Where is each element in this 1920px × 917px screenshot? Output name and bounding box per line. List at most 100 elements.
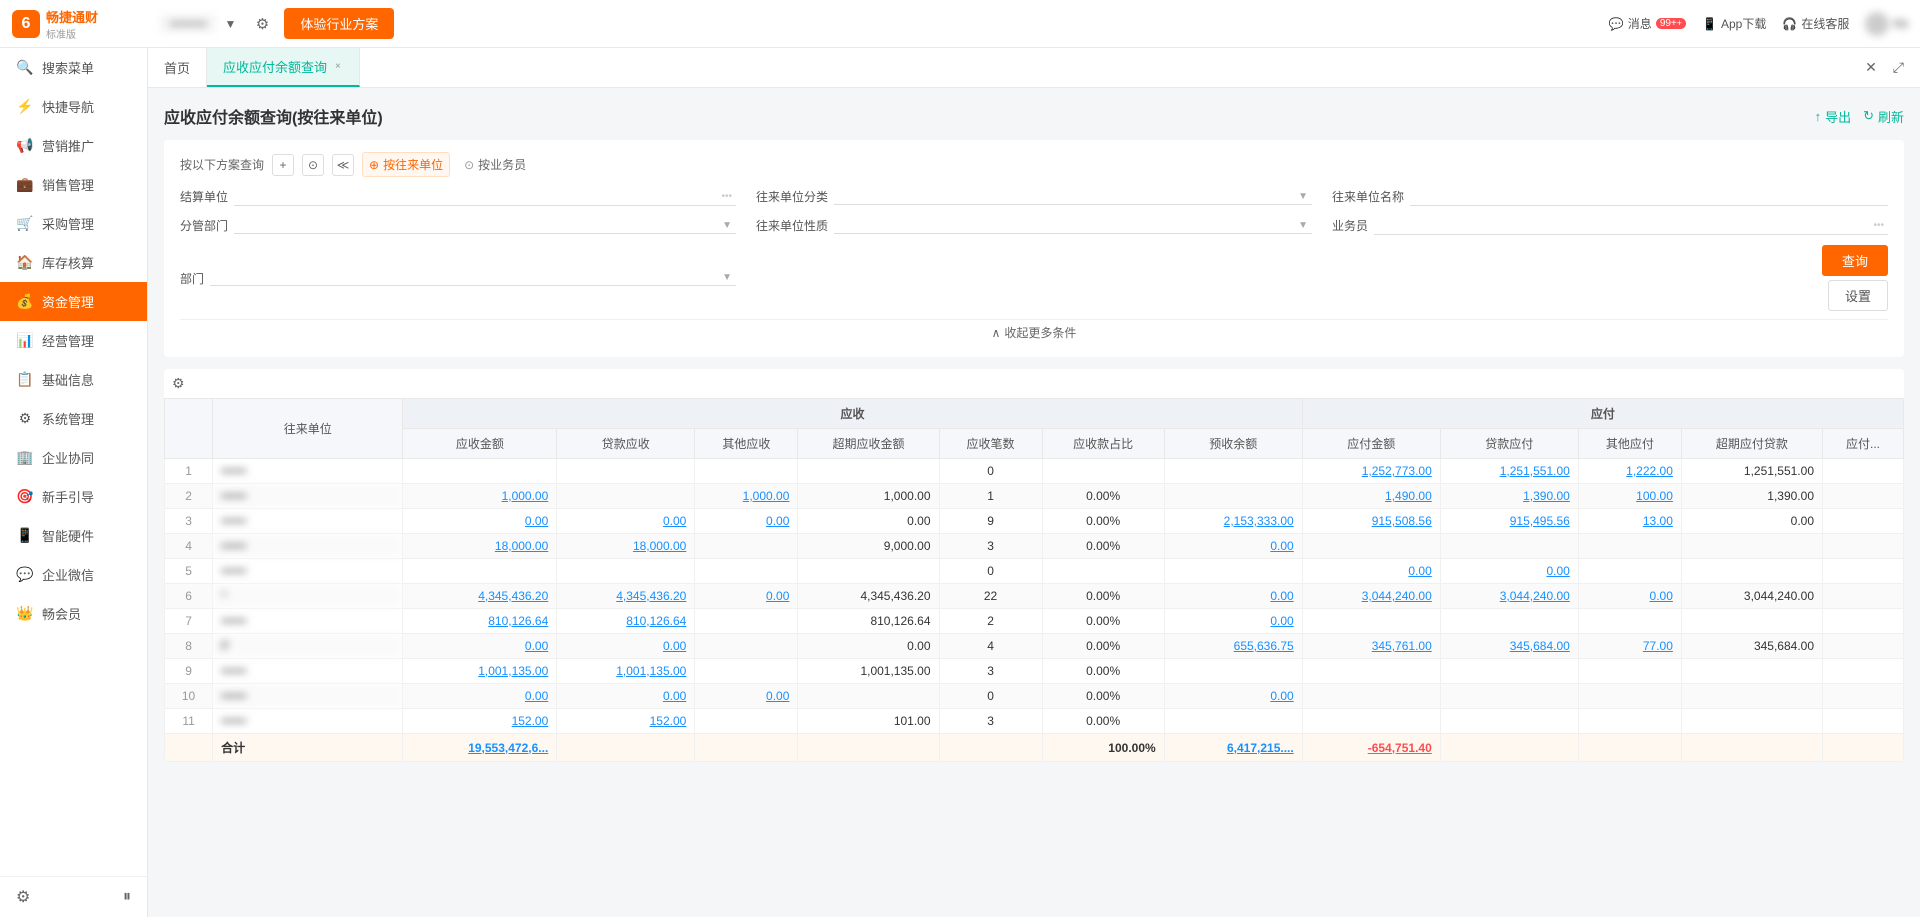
filter-select-lwdwxz[interactable]: ▼ [834, 218, 1312, 234]
cell-dkys-10[interactable]: 152.00 [557, 709, 695, 734]
cell-ysje-10[interactable]: 152.00 [403, 709, 557, 734]
online-service-btn[interactable]: 🎧 在线客服 [1782, 15, 1849, 32]
cell-ysye-10[interactable] [1164, 709, 1302, 734]
filter-add-btn[interactable]: + [272, 154, 294, 176]
header-gear-btn[interactable]: ⚙ [248, 10, 276, 38]
cell-qtyf-1[interactable]: 100.00 [1578, 484, 1681, 509]
cell-dkyf-0[interactable]: 1,251,551.00 [1440, 459, 1578, 484]
cell-ysye-8[interactable] [1164, 659, 1302, 684]
sidebar-item-6[interactable]: 💰资金管理 [0, 282, 147, 321]
cell-qtys-3[interactable] [695, 534, 798, 559]
sidebar-item-10[interactable]: 🏢企业协同 [0, 438, 147, 477]
cell-qtyf-5[interactable]: 0.00 [1578, 584, 1681, 609]
app-download-btn[interactable]: 📱 App下载 [1702, 15, 1766, 32]
cell-qtyf-3[interactable] [1578, 534, 1681, 559]
cell-dkyf-2[interactable]: 915,495.56 [1440, 509, 1578, 534]
footer-yfje[interactable]: -654,751.40 [1302, 734, 1440, 762]
cell-qtyf-7[interactable]: 77.00 [1578, 634, 1681, 659]
cell-ysje-0[interactable] [403, 459, 557, 484]
sidebar-collapse-btn[interactable]: ⏸ [123, 888, 131, 906]
filter-select-lwdwfl[interactable]: ▼ [834, 189, 1312, 205]
setting-btn[interactable]: 设置 [1828, 280, 1888, 311]
cell-ysye-1[interactable] [1164, 484, 1302, 509]
cell-yfje-0[interactable]: 1,252,773.00 [1302, 459, 1440, 484]
sidebar-item-12[interactable]: 📱智能硬件 [0, 516, 147, 555]
filter-arrow-btn[interactable]: ≪ [332, 154, 354, 176]
export-btn[interactable]: ↑ 导出 [1815, 107, 1852, 126]
sidebar-item-3[interactable]: 💼销售管理 [0, 165, 147, 204]
filter-input-jsdw-field[interactable] [238, 189, 717, 203]
cell-qtys-1[interactable]: 1,000.00 [695, 484, 798, 509]
cell-qtys-6[interactable] [695, 609, 798, 634]
cell-ysye-3[interactable]: 0.00 [1164, 534, 1302, 559]
cell-ysje-9[interactable]: 0.00 [403, 684, 557, 709]
cell-yfje-9[interactable] [1302, 684, 1440, 709]
cell-dkys-8[interactable]: 1,001,135.00 [557, 659, 695, 684]
cell-ysje-4[interactable] [403, 559, 557, 584]
sidebar-item-13[interactable]: 💬企业微信 [0, 555, 147, 594]
cell-ysje-3[interactable]: 18,000.00 [403, 534, 557, 559]
sidebar-item-0[interactable]: 🔍搜索菜单 [0, 48, 147, 87]
cell-qtyf-8[interactable] [1578, 659, 1681, 684]
cell-ysye-9[interactable]: 0.00 [1164, 684, 1302, 709]
cell-qtys-4[interactable] [695, 559, 798, 584]
cell-qtyf-2[interactable]: 13.00 [1578, 509, 1681, 534]
filter-target-btn[interactable]: ⊙ [302, 154, 324, 176]
cell-ysye-6[interactable]: 0.00 [1164, 609, 1302, 634]
cell-dkyf-10[interactable] [1440, 709, 1578, 734]
cell-qtyf-10[interactable] [1578, 709, 1681, 734]
cell-dkys-4[interactable] [557, 559, 695, 584]
cell-dkys-6[interactable]: 810,126.64 [557, 609, 695, 634]
cell-ysye-7[interactable]: 655,636.75 [1164, 634, 1302, 659]
workspace-dropdown-btn[interactable]: ▼ [220, 14, 240, 34]
collapse-more-btn[interactable]: ∧ 收起更多条件 [180, 319, 1888, 345]
filter-scheme-staff[interactable]: ⊙ 按业务员 [458, 153, 532, 176]
cell-qtys-7[interactable] [695, 634, 798, 659]
cell-dkys-2[interactable]: 0.00 [557, 509, 695, 534]
sidebar-item-2[interactable]: 📢营销推广 [0, 126, 147, 165]
filter-scheme-unit[interactable]: ⊕ 按往来单位 [362, 152, 450, 177]
footer-ysje[interactable]: 19,553,472,6... [403, 734, 557, 762]
sidebar-gear-btn[interactable]: ⚙ [16, 887, 30, 907]
cell-ysye-2[interactable]: 2,153,333.00 [1164, 509, 1302, 534]
cell-ysje-6[interactable]: 810,126.64 [403, 609, 557, 634]
cell-yfje-8[interactable] [1302, 659, 1440, 684]
cell-qtys-8[interactable] [695, 659, 798, 684]
cell-qtys-2[interactable]: 0.00 [695, 509, 798, 534]
filter-select-fgbm[interactable]: ▼ [234, 218, 736, 234]
cell-dkyf-3[interactable] [1440, 534, 1578, 559]
sidebar-item-8[interactable]: 📋基础信息 [0, 360, 147, 399]
cell-yfje-7[interactable]: 345,761.00 [1302, 634, 1440, 659]
sidebar-item-11[interactable]: 🎯新手引导 [0, 477, 147, 516]
filter-input-lwdwmc[interactable] [1410, 187, 1888, 206]
filter-input-jsdw[interactable]: ••• [234, 187, 736, 206]
cell-qtyf-9[interactable] [1578, 684, 1681, 709]
filter-input-ywy-field[interactable] [1378, 218, 1869, 232]
cell-qtys-10[interactable] [695, 709, 798, 734]
cell-yfje-2[interactable]: 915,508.56 [1302, 509, 1440, 534]
cell-dkyf-8[interactable] [1440, 659, 1578, 684]
sidebar-item-7[interactable]: 📊经营管理 [0, 321, 147, 360]
sidebar-item-5[interactable]: 🏠库存核算 [0, 243, 147, 282]
sidebar-item-4[interactable]: 🛒采购管理 [0, 204, 147, 243]
sidebar-item-9[interactable]: ⚙系统管理 [0, 399, 147, 438]
industry-solution-btn[interactable]: 体验行业方案 [284, 8, 394, 39]
filter-input-lwdwmc-field[interactable] [1414, 189, 1884, 203]
cell-dkyf-7[interactable]: 345,684.00 [1440, 634, 1578, 659]
sidebar-item-1[interactable]: ⚡快捷导航 [0, 87, 147, 126]
cell-dkyf-5[interactable]: 3,044,240.00 [1440, 584, 1578, 609]
cell-yfje-1[interactable]: 1,490.00 [1302, 484, 1440, 509]
refresh-btn[interactable]: ↻ 刷新 [1863, 107, 1904, 126]
query-btn[interactable]: 查询 [1822, 245, 1888, 276]
cell-qtys-9[interactable]: 0.00 [695, 684, 798, 709]
cell-dkys-7[interactable]: 0.00 [557, 634, 695, 659]
cell-dkys-3[interactable]: 18,000.00 [557, 534, 695, 559]
filter-input-ywy[interactable]: ••• [1374, 216, 1888, 235]
cell-ysje-1[interactable]: 1,000.00 [403, 484, 557, 509]
cell-ysye-5[interactable]: 0.00 [1164, 584, 1302, 609]
cell-qtyf-0[interactable]: 1,222.00 [1578, 459, 1681, 484]
cell-dkys-9[interactable]: 0.00 [557, 684, 695, 709]
messages-btn[interactable]: 💬 消息 99++ [1609, 15, 1686, 32]
sidebar-item-14[interactable]: 👑畅会员 [0, 594, 147, 633]
footer-ysye[interactable]: 6,417,215.... [1164, 734, 1302, 762]
